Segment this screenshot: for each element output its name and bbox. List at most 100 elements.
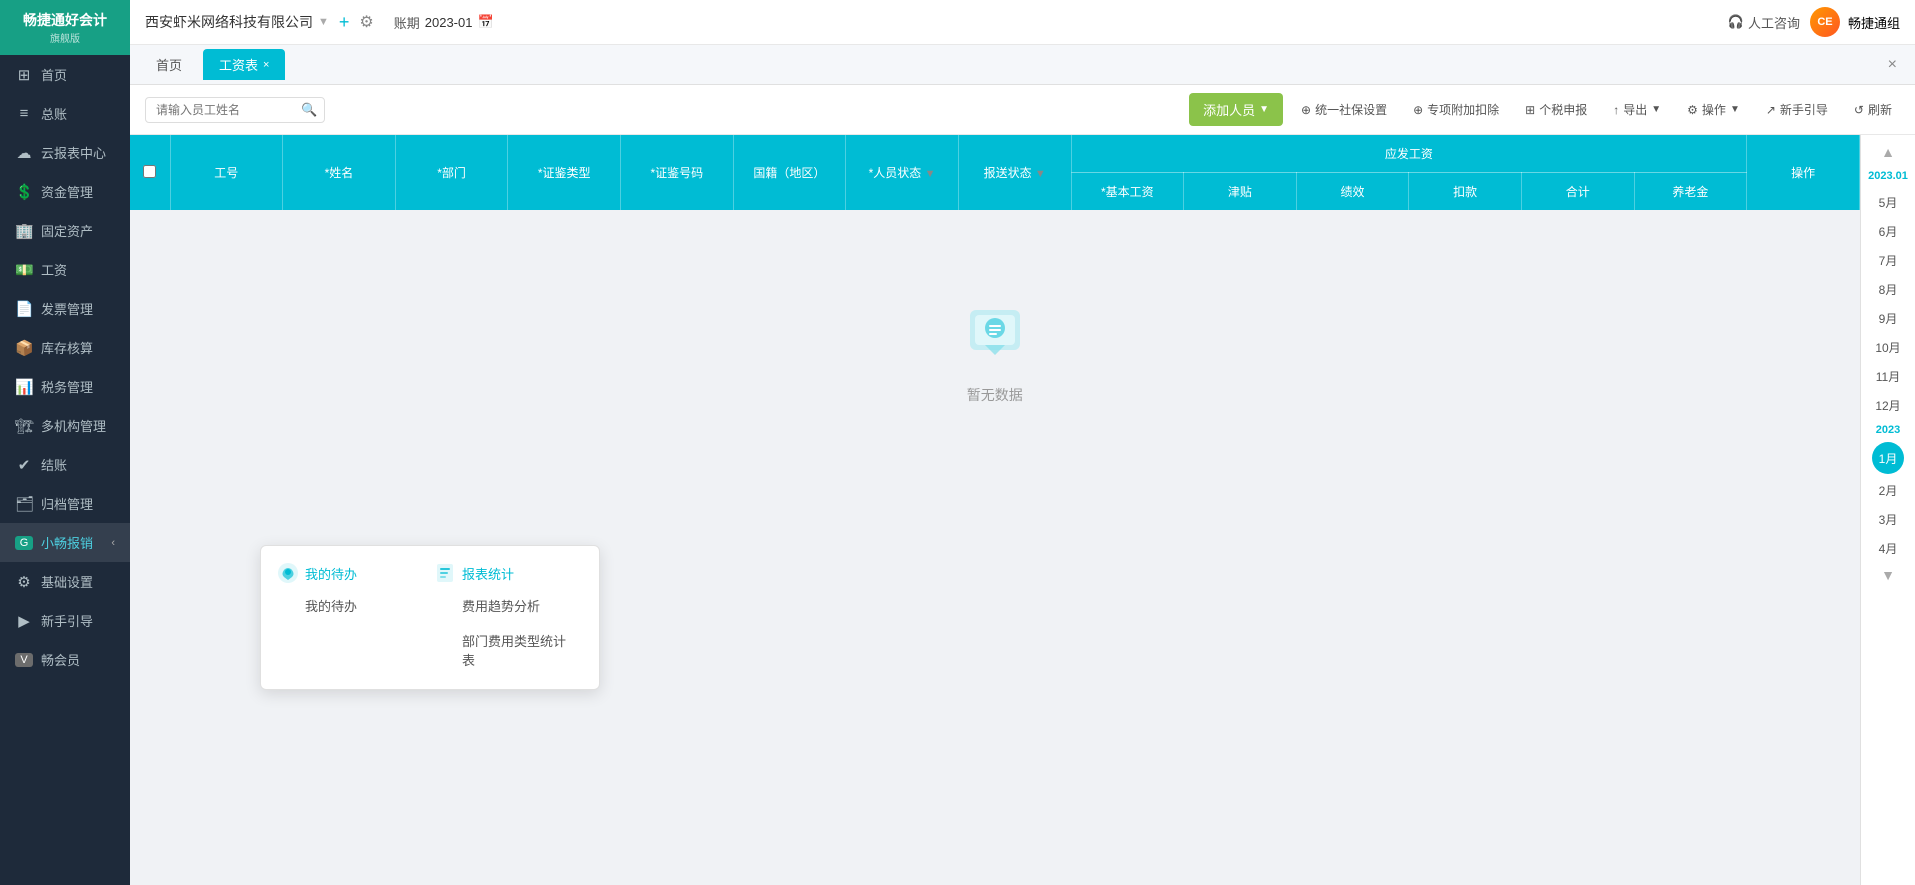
sidebar-item-label: 发票管理 <box>41 299 93 318</box>
sidebar-item-label: 总账 <box>41 104 67 123</box>
month-picker: ▲ 2023.01 5月 6月 7月 8月 9月 10月 11月 12月 202… <box>1860 135 1915 885</box>
sidebar-item-label: 多机构管理 <box>41 416 106 435</box>
sidebar-item-archive[interactable]: 🗂 归档管理 <box>0 484 130 523</box>
sidebar-item-label: 税务管理 <box>41 377 93 396</box>
export-btn[interactable]: ↑ 导出 ▼ <box>1605 97 1669 122</box>
calendar-icon[interactable]: 📅 <box>477 14 493 30</box>
add-person-button[interactable]: 添加人员 ▼ <box>1189 93 1283 126</box>
sidebar-item-label: 工资 <box>41 260 67 279</box>
th-checkbox[interactable] <box>130 135 170 210</box>
month-item-9[interactable]: 9月 <box>1861 304 1915 333</box>
sidebar-item-label: 云报表中心 <box>41 143 106 162</box>
th-performance: 绩效 <box>1296 173 1409 211</box>
search-input[interactable] <box>156 103 296 117</box>
month-item-12[interactable]: 12月 <box>1861 391 1915 420</box>
support-button[interactable]: 🎧 人工咨询 <box>1728 13 1800 32</box>
deduct-icon: ⊕ <box>1413 103 1423 117</box>
tax-icon: ⊞ <box>1525 103 1535 117</box>
user-menu[interactable]: CE 畅捷通组 <box>1810 7 1900 37</box>
sidebar-item-label: 首页 <box>41 65 67 84</box>
refresh-btn[interactable]: ↺ 刷新 <box>1846 97 1900 122</box>
action-label: 新手引导 <box>1780 101 1828 118</box>
payroll-table: 工号 *姓名 *部门 *证鉴类型 *证鉴号码 国籍（地区） *人员状态 ▼ 报送… <box>130 135 1860 485</box>
th-status: *人员状态 ▼ <box>846 135 959 210</box>
sidebar-item-new-guide[interactable]: ▶ 新手引导 <box>0 601 130 640</box>
cloud-icon: ☁ <box>15 144 33 162</box>
sidebar-item-basic-settings[interactable]: ⚙ 基础设置 <box>0 562 130 601</box>
status-filter-icon[interactable]: ▼ <box>925 168 936 180</box>
popup-todo-section: 我的待办 我的待办 <box>277 562 426 673</box>
month-nav-up[interactable]: ▲ <box>1877 140 1899 164</box>
special-deduct-btn[interactable]: ⊕ 专项附加扣除 <box>1405 97 1507 122</box>
sidebar-item-member[interactable]: V 畅会员 <box>0 640 130 679</box>
tax-report-btn[interactable]: ⊞ 个税申报 <box>1517 97 1595 122</box>
sidebar-item-tax[interactable]: 📊 税务管理 <box>0 367 130 406</box>
sidebar-item-fund-mgmt[interactable]: 💲 资金管理 <box>0 172 130 211</box>
sidebar-item-payroll[interactable]: 💵 工资 <box>0 250 130 289</box>
sidebar-item-label: 小畅报销 <box>41 533 93 552</box>
period-info: 账期 2023-01 📅 <box>394 13 494 32</box>
empty-illustration <box>955 290 1035 370</box>
month-item-2[interactable]: 2月 <box>1861 476 1915 505</box>
sidebar-item-label: 归档管理 <box>41 494 93 513</box>
report-filter-icon[interactable]: ▼ <box>1035 168 1046 180</box>
company-selector[interactable]: 西安虾米网络科技有限公司 ▼ <box>145 12 329 32</box>
settings-icon: ⚙ <box>15 573 33 591</box>
th-deduct: 扣款 <box>1409 173 1522 211</box>
month-item-6[interactable]: 6月 <box>1861 217 1915 246</box>
sidebar-item-cloud-report[interactable]: ☁ 云报表中心 <box>0 133 130 172</box>
month-item-5[interactable]: 5月 <box>1861 188 1915 217</box>
sidebar-item-general-ledger[interactable]: ≡ 总账 <box>0 94 130 133</box>
month-item-10[interactable]: 10月 <box>1861 333 1915 362</box>
tab-home[interactable]: 首页 <box>140 49 198 80</box>
popup-dept-expense[interactable]: 部门费用类型统计表 <box>434 627 583 673</box>
sidebar-item-xiaochang[interactable]: G 小畅报销 ‹ <box>0 523 130 562</box>
tabbar: 首页 工资表 × × <box>130 45 1915 85</box>
select-all-checkbox[interactable] <box>143 165 156 178</box>
sidebar-item-multi-org[interactable]: 🏗 多机构管理 <box>0 406 130 445</box>
tab-close-icon[interactable]: × <box>263 59 269 71</box>
sidebar-item-settlement[interactable]: ✔ 结账 <box>0 445 130 484</box>
assets-icon: 🏢 <box>15 222 33 240</box>
sidebar-item-invoice[interactable]: 📄 发票管理 <box>0 289 130 328</box>
period-display: 2023.01 <box>1861 164 1915 188</box>
invoice-icon: 📄 <box>15 300 33 318</box>
member-icon: V <box>15 653 33 667</box>
tab-payroll[interactable]: 工资表 × <box>203 49 285 80</box>
month-nav-down[interactable]: ▼ <box>1877 563 1899 587</box>
month-item-4[interactable]: 4月 <box>1861 534 1915 563</box>
guide-icon: ▶ <box>15 612 33 630</box>
th-country: 国籍（地区） <box>733 135 846 210</box>
month-item-3[interactable]: 3月 <box>1861 505 1915 534</box>
month-item-1[interactable]: 1月 <box>1872 442 1904 474</box>
settings-icon[interactable]: ⚙ <box>359 12 373 32</box>
todo-section-label: 我的待办 <box>305 564 357 583</box>
support-label: 人工咨询 <box>1748 13 1800 32</box>
month-item-8[interactable]: 8月 <box>1861 275 1915 304</box>
inventory-icon: 📦 <box>15 339 33 357</box>
search-box[interactable]: 🔍 <box>145 97 325 123</box>
action-label: 统一社保设置 <box>1315 101 1387 118</box>
popup-my-todo[interactable]: 我的待办 <box>277 592 426 619</box>
user-name: 畅捷通组 <box>1848 13 1900 32</box>
tab-close-btn[interactable]: × <box>1880 52 1905 78</box>
guide-btn[interactable]: ↗ 新手引导 <box>1758 97 1836 122</box>
sidebar-item-label: 资金管理 <box>41 182 93 201</box>
refresh-icon: ↺ <box>1854 103 1864 117</box>
th-name: *姓名 <box>283 135 396 210</box>
month-item-7[interactable]: 7月 <box>1861 246 1915 275</box>
headset-icon: 🎧 <box>1728 14 1744 30</box>
sidebar-item-home[interactable]: ⊞ 首页 <box>0 55 130 94</box>
main-content: 西安虾米网络科技有限公司 ▼ + ⚙ 账期 2023-01 📅 🎧 人工咨询 C… <box>130 0 1915 885</box>
popup-expense-trend[interactable]: 费用趋势分析 <box>434 592 583 619</box>
month-item-11[interactable]: 11月 <box>1861 362 1915 391</box>
sidebar-item-fixed-assets[interactable]: 🏢 固定资产 <box>0 211 130 250</box>
sidebar-item-label: 畅会员 <box>41 650 80 669</box>
company-name: 西安虾米网络科技有限公司 <box>145 12 313 32</box>
op-icon: ⚙ <box>1687 103 1698 117</box>
social-security-btn[interactable]: ⊕ 统一社保设置 <box>1293 97 1395 122</box>
operation-btn[interactable]: ⚙ 操作 ▼ <box>1679 97 1748 122</box>
toolbar: 🔍 添加人员 ▼ ⊕ 统一社保设置 ⊕ 专项附加扣除 ⊞ 个税申报 ↑ 导出 ▼… <box>130 85 1915 135</box>
add-company-btn[interactable]: + <box>339 12 350 33</box>
sidebar-item-inventory[interactable]: 📦 库存核算 <box>0 328 130 367</box>
